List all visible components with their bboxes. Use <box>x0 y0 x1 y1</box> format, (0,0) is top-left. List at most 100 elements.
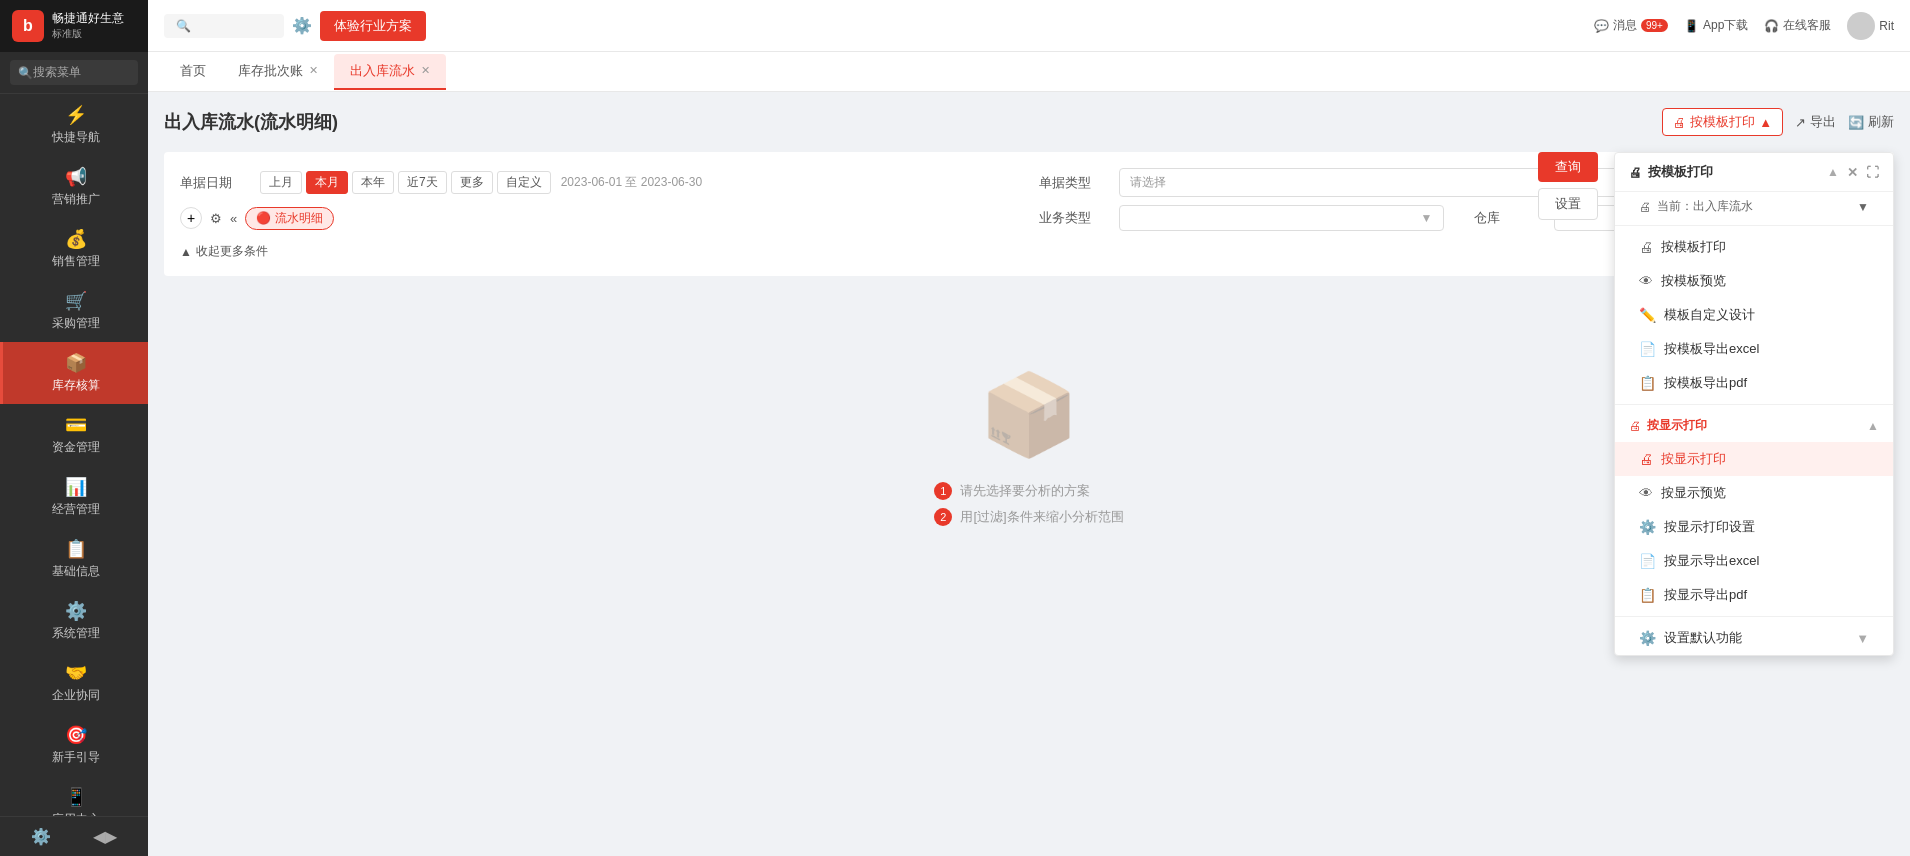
query-button[interactable]: 查询 <box>1538 152 1598 182</box>
topbar-right: 💬 消息 99+ 📱 App下载 🎧 在线客服 Rit <box>1594 12 1894 40</box>
sidebar-item-label: 企业协同 <box>52 687 100 704</box>
topbar: 🔍 ⚙️ 体验行业方案 💬 消息 99+ 📱 App下载 🎧 在线客服 <box>148 0 1910 52</box>
print-chevron-up-icon: ▲ <box>1759 115 1772 130</box>
online-service-btn[interactable]: 🎧 在线客服 <box>1764 17 1831 34</box>
collapse-up-icon: ▲ <box>180 245 192 259</box>
sidebar-item-newbie[interactable]: 🎯 新手引导 <box>0 714 148 776</box>
display-export-excel-item[interactable]: 📄 按显示导出excel <box>1615 544 1893 578</box>
dropdown-close-icon[interactable]: ✕ <box>1847 165 1858 180</box>
display-print-item[interactable]: 🖨 按显示打印 <box>1615 442 1893 476</box>
export-button[interactable]: ↗ 导出 <box>1795 113 1836 131</box>
page-header: 出入库流水(流水明细) 🖨 按模板打印 ▲ ↗ 导出 🔄 刷新 <box>164 108 1894 136</box>
divider-3 <box>1615 616 1893 617</box>
tab-flow[interactable]: 出入库流水 ✕ <box>334 54 446 90</box>
display-pdf-label: 按显示导出pdf <box>1664 586 1747 604</box>
sidebar-item-label: 快捷导航 <box>52 129 100 146</box>
biz-type-select[interactable]: ▼ <box>1119 205 1444 231</box>
sidebar-item-sales[interactable]: 💰 销售管理 <box>0 218 148 280</box>
finance-icon: 💳 <box>65 414 87 436</box>
appstore-icon: 📱 <box>65 786 87 808</box>
settings-bottom-icon[interactable]: ⚙️ <box>31 827 51 846</box>
tabs-bar: 首页 库存批次账 ✕ 出入库流水 ✕ <box>148 52 1910 92</box>
sidebar-item-label: 经营管理 <box>52 501 100 518</box>
trial-button[interactable]: 体验行业方案 <box>320 11 426 41</box>
sidebar-bottom: ⚙️ ◀▶ <box>0 816 148 856</box>
sidebar-item-label: 库存核算 <box>52 377 100 394</box>
display-section-chevron[interactable]: ▲ <box>1867 419 1879 433</box>
collapse-sidebar-icon[interactable]: ◀▶ <box>93 827 117 846</box>
tab-home[interactable]: 首页 <box>164 54 222 90</box>
template-preview-item[interactable]: 👁 按模板预览 <box>1615 264 1893 298</box>
dropdown-expand-icon[interactable]: ⛶ <box>1866 165 1879 180</box>
refresh-button[interactable]: 🔄 刷新 <box>1848 113 1894 131</box>
print-dropdown-button[interactable]: 🖨 按模板打印 ▲ <box>1662 108 1783 136</box>
sidebar-search-area[interactable]: 🔍 搜索菜单 <box>0 52 148 94</box>
page-actions: 🖨 按模板打印 ▲ ↗ 导出 🔄 刷新 <box>1662 108 1894 136</box>
date-btn-last-month[interactable]: 上月 <box>260 171 302 194</box>
dropdown-collapse-icon[interactable]: ▲ <box>1827 165 1839 180</box>
print-header-icon: 🖨 <box>1629 165 1642 180</box>
display-section-icon: 🖨 <box>1629 419 1641 433</box>
template-print-item[interactable]: 🖨 按模板打印 <box>1615 230 1893 264</box>
print-dropdown-label: 按模板打印 <box>1690 113 1755 131</box>
sidebar-item-inventory[interactable]: 📦 库存核算 <box>0 342 148 404</box>
corp-icon: 🤝 <box>65 662 87 684</box>
template-export-pdf-item[interactable]: 📋 按模板导出pdf <box>1615 366 1893 400</box>
date-btn-this-year[interactable]: 本年 <box>352 171 394 194</box>
template-design-item[interactable]: ✏️ 模板自定义设计 <box>1615 298 1893 332</box>
default-func-item[interactable]: ⚙️ 设置默认功能 ▼ <box>1615 621 1893 655</box>
current-icon: 🖨 <box>1639 200 1651 214</box>
display-preview-item[interactable]: 👁 按显示预览 <box>1615 476 1893 510</box>
topbar-search[interactable]: 🔍 <box>164 14 284 38</box>
add-condition-button[interactable]: + <box>180 207 202 229</box>
page-content: 出入库流水(流水明细) 🖨 按模板打印 ▲ ↗ 导出 🔄 刷新 <box>148 92 1910 856</box>
collapse-condition-icon[interactable]: « <box>230 211 237 226</box>
settings-condition-icon[interactable]: ⚙ <box>210 211 222 226</box>
main-area: 🔍 ⚙️ 体验行业方案 💬 消息 99+ 📱 App下载 🎧 在线客服 <box>148 0 1910 856</box>
sidebar-item-corp[interactable]: 🤝 企业协同 <box>0 652 148 714</box>
display-export-pdf-item[interactable]: 📋 按显示导出pdf <box>1615 578 1893 612</box>
sidebar-item-system[interactable]: ⚙️ 系统管理 <box>0 590 148 652</box>
sidebar-item-appstore[interactable]: 📱 应用中心 <box>0 776 148 816</box>
sidebar-item-purchase[interactable]: 🛒 采购管理 <box>0 280 148 342</box>
date-btn-this-month[interactable]: 本月 <box>306 171 348 194</box>
topbar-gear-icon[interactable]: ⚙️ <box>292 16 312 35</box>
date-btn-custom[interactable]: 自定义 <box>497 171 551 194</box>
current-template-label: 🖨 当前：出入库流水 ▼ <box>1615 192 1893 221</box>
batch-tab-close-icon[interactable]: ✕ <box>309 64 318 77</box>
sidebar-item-label: 销售管理 <box>52 253 100 270</box>
empty-tip-1: 1 请先选择要分析的方案 <box>934 482 1123 500</box>
page-title: 出入库流水(流水明细) <box>164 110 338 134</box>
display-excel-label: 按显示导出excel <box>1664 552 1759 570</box>
sidebar-item-marketing[interactable]: 📢 营销推广 <box>0 156 148 218</box>
template-preview-label: 按模板预览 <box>1661 272 1726 290</box>
search-menu-input[interactable]: 🔍 搜索菜单 <box>10 60 138 85</box>
default-func-label: 设置默认功能 <box>1664 629 1742 647</box>
phone-icon: 📱 <box>1684 19 1699 33</box>
current-template-text: 当前：出入库流水 <box>1657 198 1753 215</box>
sidebar-item-quicknav[interactable]: ⚡ 快捷导航 <box>0 94 148 156</box>
current-chevron-icon: ▼ <box>1857 200 1869 214</box>
user-profile-btn[interactable]: Rit <box>1847 12 1894 40</box>
settings-button[interactable]: 设置 <box>1538 188 1598 220</box>
default-func-arrow: ▼ <box>1856 631 1869 646</box>
sidebar-item-basic[interactable]: 📋 基础信息 <box>0 528 148 590</box>
template-export-excel-item[interactable]: 📄 按模板导出excel <box>1615 332 1893 366</box>
flow-tab-close-icon[interactable]: ✕ <box>421 64 430 77</box>
template-print-icon: 🖨 <box>1639 239 1653 255</box>
display-print-label: 按显示打印 <box>1661 450 1726 468</box>
date-btn-more[interactable]: 更多 <box>451 171 493 194</box>
template-excel-label: 按模板导出excel <box>1664 340 1759 358</box>
app-download-btn[interactable]: 📱 App下载 <box>1684 17 1748 34</box>
template-pdf-label: 按模板导出pdf <box>1664 374 1747 392</box>
display-settings-item[interactable]: ⚙️ 按显示打印设置 <box>1615 510 1893 544</box>
message-btn[interactable]: 💬 消息 99+ <box>1594 17 1668 34</box>
message-icon: 💬 <box>1594 19 1609 33</box>
batch-tab-label: 库存批次账 <box>238 62 303 80</box>
tab-batch[interactable]: 库存批次账 ✕ <box>222 54 334 90</box>
display-section-title: 按显示打印 <box>1647 417 1707 434</box>
filter-tag-liushuimingxi[interactable]: 🔴 流水明细 <box>245 207 334 230</box>
sidebar-item-finance[interactable]: 💳 资金管理 <box>0 404 148 466</box>
date-btn-7days[interactable]: 近7天 <box>398 171 447 194</box>
sidebar-item-operations[interactable]: 📊 经营管理 <box>0 466 148 528</box>
